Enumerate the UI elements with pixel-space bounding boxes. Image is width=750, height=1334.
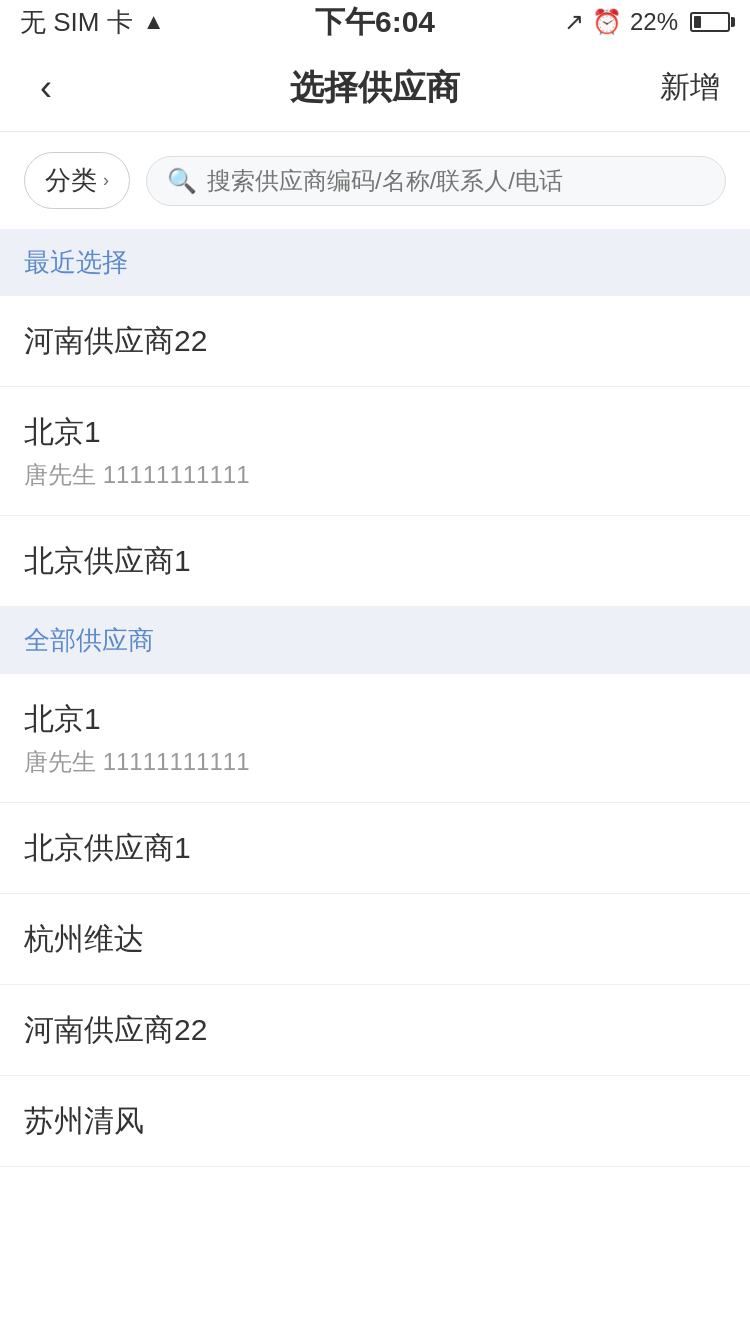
page-title: 选择供应商: [290, 65, 460, 111]
list-item[interactable]: 北京供应商1: [0, 516, 750, 607]
status-bar: 无 SIM 卡 ▲ 下午6:04 ↗ ⏰ 22%: [0, 0, 750, 44]
filter-bar: 分类 › 🔍: [0, 132, 750, 229]
nav-bar: ‹ 选择供应商 新增: [0, 44, 750, 132]
back-button[interactable]: ‹: [30, 57, 62, 119]
search-icon: 🔍: [167, 167, 197, 195]
chevron-right-icon: ›: [103, 170, 109, 191]
all-list: 北京1 唐先生 11111111111 北京供应商1 杭州维达河南供应商22 苏州清风: [0, 674, 750, 1167]
list-item[interactable]: 杭州维达: [0, 894, 750, 985]
all-section-label: 全部供应商: [24, 625, 154, 655]
all-section-header: 全部供应商: [0, 607, 750, 674]
category-button[interactable]: 分类 ›: [24, 152, 130, 209]
search-box[interactable]: 🔍: [146, 156, 726, 206]
recent-section-label: 最近选择: [24, 247, 128, 277]
carrier-text: 无 SIM 卡: [20, 5, 133, 40]
list-item[interactable]: 北京1 唐先生 11111111111: [0, 674, 750, 803]
item-sub: 唐先生 11111111111: [24, 746, 726, 778]
battery-icon: [690, 12, 730, 32]
recent-list: 河南供应商22 北京1 唐先生 11111111111 北京供应商1: [0, 296, 750, 607]
alarm-icon: ⏰: [592, 8, 622, 36]
item-name: 北京1: [24, 698, 726, 740]
list-item[interactable]: 河南供应商22: [0, 296, 750, 387]
item-name: 北京1: [24, 411, 726, 453]
new-action-button[interactable]: 新增: [660, 67, 720, 108]
item-name: 苏州清风: [24, 1100, 726, 1142]
category-label: 分类: [45, 163, 97, 198]
status-right: ↗ ⏰ 22%: [564, 8, 730, 36]
battery-percent: 22%: [630, 8, 678, 36]
list-item[interactable]: 北京1 唐先生 11111111111: [0, 387, 750, 516]
item-name: 北京供应商1: [24, 827, 726, 869]
list-item[interactable]: 河南供应商22: [0, 985, 750, 1076]
recent-section-header: 最近选择: [0, 229, 750, 296]
item-name: 杭州维达: [24, 918, 726, 960]
item-name: 北京供应商1: [24, 540, 726, 582]
item-name: 河南供应商22: [24, 320, 726, 362]
location-icon: ↗: [564, 8, 584, 36]
search-input[interactable]: [207, 167, 705, 195]
status-left: 无 SIM 卡 ▲: [20, 5, 164, 40]
status-time: 下午6:04: [315, 2, 435, 43]
list-item[interactable]: 北京供应商1: [0, 803, 750, 894]
item-sub: 唐先生 11111111111: [24, 459, 726, 491]
list-item[interactable]: 苏州清风: [0, 1076, 750, 1167]
wifi-icon: ▲: [143, 9, 165, 35]
item-name: 河南供应商22: [24, 1009, 726, 1051]
